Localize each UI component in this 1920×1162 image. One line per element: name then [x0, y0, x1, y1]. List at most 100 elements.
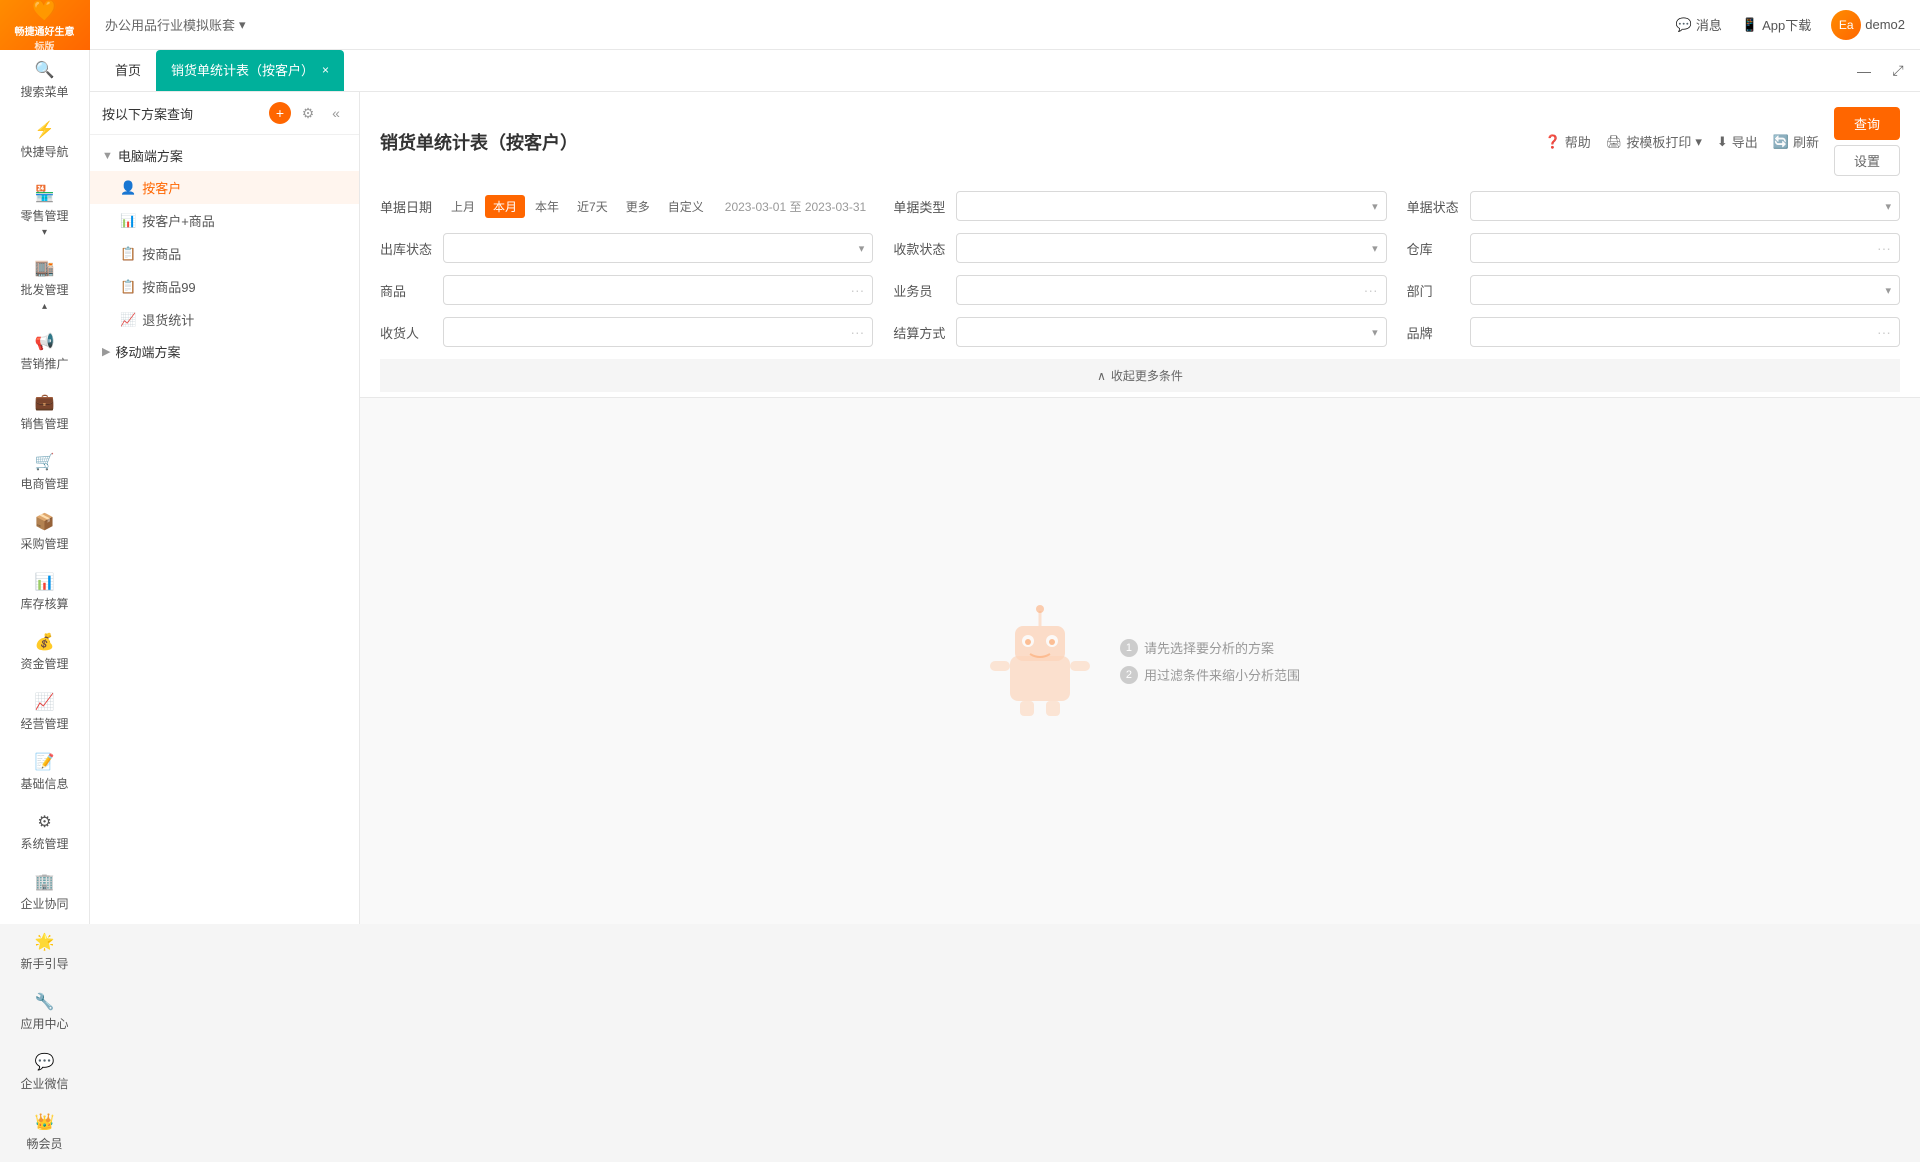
collapse-filters-btn[interactable]: ∧ 收起更多条件	[380, 359, 1900, 392]
message-btn[interactable]: 💬 消息	[1676, 15, 1722, 34]
system-icon: ⚙	[37, 812, 51, 832]
add-icon: +	[276, 105, 284, 121]
outstatus-select[interactable]: ▾	[443, 233, 873, 263]
filter-item-docstatus: 单据状态 ▾	[1407, 191, 1900, 221]
help-btn[interactable]: ❓ 帮助	[1545, 132, 1591, 151]
sidebar-item-purchase[interactable]: 📦 采购管理	[0, 502, 89, 562]
query-button[interactable]: 查询	[1834, 107, 1900, 140]
brand-dots[interactable]: ···	[1877, 324, 1891, 340]
date-tab-thismonth[interactable]: 本月	[485, 195, 525, 218]
tree-item-by-product-99[interactable]: 📋 按商品99	[90, 270, 359, 303]
sidebar-item-member[interactable]: 👑 畅会员	[0, 1102, 89, 1162]
tab-home[interactable]: 首页	[100, 50, 156, 91]
settings-button[interactable]: 设置	[1834, 145, 1900, 176]
date-tab-7days[interactable]: 近7天	[569, 195, 616, 218]
sidebar-item-system[interactable]: ⚙ 系统管理	[0, 802, 89, 862]
empty-tip-1: 1 请先选择要分析的方案	[1120, 638, 1300, 657]
sidebar-sales-label: 销售管理	[20, 415, 68, 432]
product-label: 商品	[380, 281, 435, 300]
tab-minimize-btn[interactable]: —	[1852, 59, 1876, 83]
product99-icon: 📋	[120, 279, 136, 295]
tree-item-by-product[interactable]: 📋 按商品	[90, 237, 359, 270]
department-select[interactable]: ▾	[1470, 275, 1900, 305]
tree-item-by-customer-product[interactable]: 📊 按客户+商品	[90, 204, 359, 237]
tabs-right-controls: — ⤢	[1852, 59, 1910, 83]
quicknav-icon: ⚡	[35, 120, 55, 140]
sidebar-item-retail[interactable]: 🏪 零售管理 ▾	[0, 174, 89, 248]
empty-tip-2: 2 用过滤条件来缩小分析范围	[1120, 665, 1300, 684]
settlement-select[interactable]: ▾	[956, 317, 1386, 347]
product-select[interactable]: ···	[443, 275, 873, 305]
receiver-dots[interactable]: ···	[850, 324, 864, 340]
print-btn[interactable]: 🖨 按模板打印 ▾	[1606, 132, 1702, 151]
help-icon: ❓	[1545, 134, 1561, 150]
sidebar-item-wholesale[interactable]: 🏬 批发管理 ▴	[0, 248, 89, 322]
tree-group-desktop[interactable]: ▼ 电脑端方案	[90, 140, 359, 171]
tab-close-btn[interactable]: ×	[322, 63, 329, 77]
sidebar-item-marketing[interactable]: 📢 营销推广	[0, 322, 89, 382]
outstatus-arrow: ▾	[859, 242, 865, 255]
date-tab-thisyear[interactable]: 本年	[527, 195, 567, 218]
salesman-dots[interactable]: ···	[1364, 282, 1378, 298]
filter-item-doctype: 单据类型 ▾	[893, 191, 1386, 221]
product-dots[interactable]: ···	[850, 282, 864, 298]
brand-select[interactable]: ···	[1470, 317, 1900, 347]
user-info[interactable]: Ea demo2	[1831, 10, 1905, 40]
sidebar-item-basic[interactable]: 📝 基础信息	[0, 742, 89, 802]
export-btn[interactable]: ⬇ 导出	[1717, 132, 1758, 151]
newuser-icon: 🌟	[35, 932, 55, 952]
docstatus-select[interactable]: ▾	[1470, 191, 1900, 221]
add-scheme-btn[interactable]: +	[269, 102, 291, 124]
tree-item-by-customer[interactable]: 👤 按客户	[90, 171, 359, 204]
tab-maximize-btn[interactable]: ⤢	[1886, 59, 1910, 83]
left-panel: 按以下方案查询 + ⚙ « ▼ 电脑端方案	[90, 92, 360, 924]
filter-item-product: 商品 ···	[380, 275, 873, 305]
collapse-panel-btn[interactable]: «	[325, 102, 347, 124]
page-actions: ❓ 帮助 🖨 按模板打印 ▾ ⬇ 导出 🔄	[1545, 107, 1900, 176]
sidebar-item-search[interactable]: 🔍 搜索菜单	[0, 50, 89, 110]
sidebar-item-appcenter[interactable]: 🔧 应用中心	[0, 982, 89, 1042]
doctype-label: 单据类型	[893, 197, 948, 216]
left-panel-actions: + ⚙ «	[269, 102, 347, 124]
docstatus-arrow: ▾	[1885, 200, 1891, 213]
warehouse-select[interactable]: ···	[1470, 233, 1900, 263]
export-icon: ⬇	[1717, 134, 1728, 150]
date-tab-custom[interactable]: 自定义	[660, 195, 712, 218]
tree-item-return-stats[interactable]: 📈 退货统计	[90, 303, 359, 336]
refresh-btn[interactable]: 🔄 刷新	[1773, 132, 1819, 151]
product-icon: 📋	[120, 246, 136, 262]
sidebar-item-newuser[interactable]: 🌟 新手引导	[0, 922, 89, 982]
sidebar-item-inventory[interactable]: 📊 库存核算	[0, 562, 89, 622]
ecommerce-icon: 🛒	[35, 452, 55, 472]
receiver-select[interactable]: ···	[443, 317, 873, 347]
paymentstatus-select[interactable]: ▾	[956, 233, 1386, 263]
empty-area: 1 请先选择要分析的方案 2 用过滤条件来缩小分析范围	[360, 398, 1920, 924]
scheme-settings-btn[interactable]: ⚙	[297, 102, 319, 124]
warehouse-label: 仓库	[1407, 239, 1462, 258]
sidebar-item-finance[interactable]: 💰 资金管理	[0, 622, 89, 682]
app-download-btn[interactable]: 📱 App下载	[1742, 15, 1811, 34]
active-tab-label: 销货单统计表（按客户）	[171, 60, 314, 79]
tree-item-return-stats-label: 退货统计	[142, 310, 194, 329]
sidebar-item-enterprise[interactable]: 🏢 企业协同	[0, 862, 89, 922]
sidebar-item-corpwechat[interactable]: 💬 企业微信	[0, 1042, 89, 1102]
collapse-label: 收起更多条件	[1111, 367, 1183, 384]
tree-item-by-product-label: 按商品	[142, 244, 181, 263]
tab-active[interactable]: 销货单统计表（按客户） ×	[156, 50, 344, 91]
sidebar-item-operation[interactable]: 📈 经营管理	[0, 682, 89, 742]
doctype-select[interactable]: ▾	[956, 191, 1386, 221]
sidebar-item-ecommerce[interactable]: 🛒 电商管理	[0, 442, 89, 502]
tree-group-mobile[interactable]: ▶ 移动端方案	[90, 336, 359, 367]
sidebar-item-sales[interactable]: 💼 销售管理	[0, 382, 89, 442]
tree-arrow-right: ▶	[102, 345, 110, 358]
date-tab-more[interactable]: 更多	[618, 195, 658, 218]
sidebar-retail-label: 零售管理	[20, 207, 68, 224]
salesman-select[interactable]: ···	[956, 275, 1386, 305]
industry-selector[interactable]: 办公用品行业模拟账套 ▾	[105, 15, 246, 34]
warehouse-dots[interactable]: ···	[1877, 240, 1891, 256]
sidebar-quicknav-label: 快捷导航	[20, 143, 68, 160]
date-tab-lastmonth[interactable]: 上月	[443, 195, 483, 218]
page-title: 销货单统计表（按客户）	[380, 129, 578, 155]
app-logo[interactable]: 🧡 畅捷通好生意 标版	[0, 0, 90, 50]
sidebar-item-quicknav[interactable]: ⚡ 快捷导航	[0, 110, 89, 170]
